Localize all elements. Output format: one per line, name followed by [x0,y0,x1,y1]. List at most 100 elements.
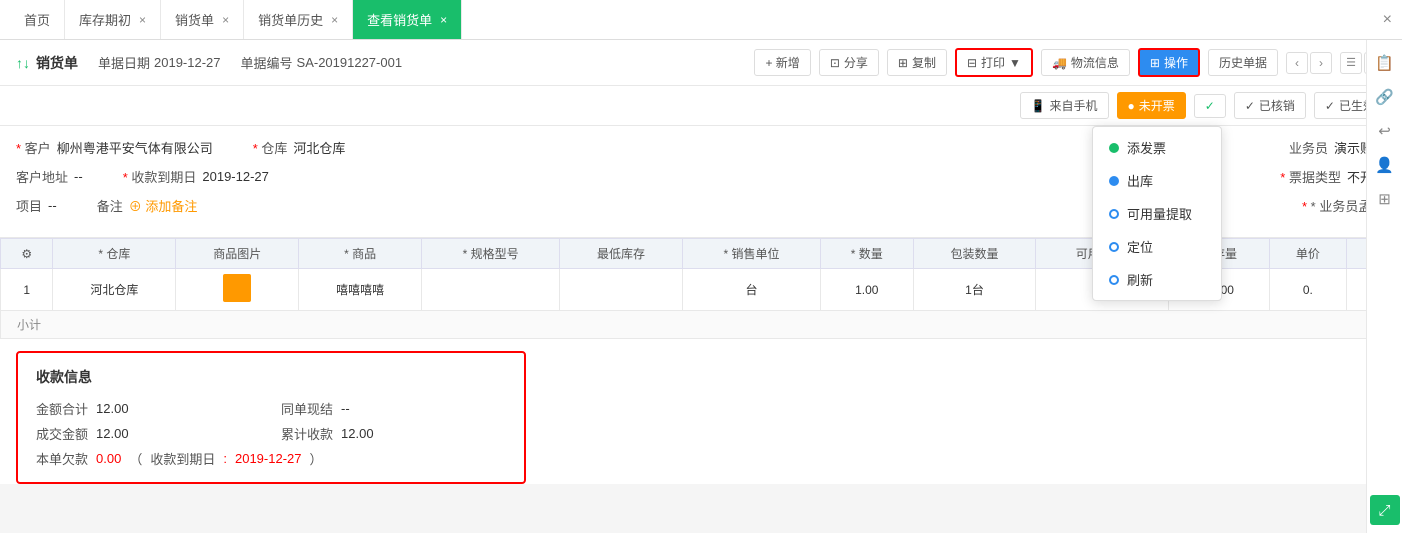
sidebar-icon-3[interactable]: ↩ [1370,116,1400,146]
cumulative-payment-value: 12.00 [341,426,374,441]
cell-min-stock [560,269,683,311]
due-date-note-end: ） [309,449,322,468]
tab-view-sales-order-close[interactable]: × [440,13,447,27]
same-order-label: 同单现结 [281,399,333,418]
project-label: 项目 [16,196,42,215]
sidebar-icon-4[interactable]: 👤 [1370,150,1400,180]
col-unit-price: 单价 [1269,239,1347,269]
customer-value: 柳州粤港平安气体有限公司 [57,138,213,157]
col-image: 商品图片 [176,239,299,269]
transaction-amount-row: 成交金额 12.00 [36,424,261,443]
outbound-label: 出库 [1127,171,1153,190]
check-button[interactable]: ✓ [1194,94,1226,118]
tab-sales-order-history-close[interactable]: × [331,13,338,27]
cell-warehouse: 河北仓库 [53,269,176,311]
current-arrears-label: 本单欠款 [36,449,88,468]
doc-number-label: 单据编号 SA-20191227-001 [241,53,403,72]
warehouse-field: 仓库 河北仓库 [253,138,346,157]
right-sidebar: 📋 🔗 ↩ 👤 ⊞ ⤢ [1366,40,1402,533]
toolbar: + 新增 ⊡ 分享 ⊞ 复制 ⊟ 打印 ▼ 🚚 物流信息 ⊞ 操作 [754,48,1386,77]
list-view-btn[interactable]: ☰ [1340,52,1362,74]
refresh-label: 刷新 [1127,270,1153,289]
due-date-value: : [223,451,227,466]
subtotal-label: 小计 [1,311,1402,339]
payment-title: 收款信息 [36,367,506,387]
tab-sales-order-history[interactable]: 销货单历史 × [244,0,353,39]
toolbar2: 📱 来自手机 ● 未开票 ✓ ✓ 已核销 ✓ 已生效 [0,86,1402,126]
outbound-dot [1109,176,1119,186]
logistics-button[interactable]: 🚚 物流信息 [1041,49,1130,76]
col-spec: * 规格型号 [422,239,560,269]
locate-label: 定位 [1127,237,1153,256]
ticket-icon: ● [1128,99,1135,113]
tab-view-sales-order-label: 查看销货单 [367,10,432,29]
amount-total-value: 12.00 [96,401,129,416]
available-qty-label: 可用量提取 [1127,204,1192,223]
staff-label: 业务员 [1289,138,1328,157]
add-invoice-item[interactable]: 添发票 [1093,131,1221,164]
nav-arrows: ‹ › [1286,52,1332,74]
current-arrears-value: 0.00 [96,451,121,466]
sidebar-expand-icon[interactable]: ⤢ [1370,495,1400,525]
col-warehouse: * 仓库 [53,239,176,269]
same-order-value: -- [341,401,350,416]
address-field: 客户地址 -- [16,167,83,186]
print-button[interactable]: ⊟ 打印 ▼ [955,48,1033,77]
next-arrow[interactable]: › [1310,52,1332,74]
customer-label: 客户 [16,138,51,157]
subtotal-row: 小计 [1,311,1402,339]
doc-date-label: 单据日期 2019-12-27 [98,53,221,72]
copy-icon: ⊞ [898,56,908,70]
available-qty-item[interactable]: 可用量提取 [1093,197,1221,230]
available-qty-dot [1109,209,1119,219]
payment-grid: 金额合计 12.00 同单现结 -- 成交金额 12.00 累计收款 12.00… [36,399,506,468]
locate-item[interactable]: 定位 [1093,230,1221,263]
tab-inventory-start[interactable]: 库存期初 × [65,0,161,39]
verified-button[interactable]: ✓ 已核销 [1234,92,1306,119]
payment-date-value: 2019-12-27 [202,169,269,184]
tab-home[interactable]: 首页 [10,0,65,39]
project-field: 项目 -- [16,196,57,215]
copy-button[interactable]: ⊞ 复制 [887,49,947,76]
tab-home-label: 首页 [24,10,50,29]
print-icon: ⊟ [967,56,977,70]
prev-arrow[interactable]: ‹ [1286,52,1308,74]
add-button[interactable]: + 新增 [754,49,810,76]
sidebar-icon-5[interactable]: ⊞ [1370,184,1400,214]
tab-inventory-start-close[interactable]: × [139,13,146,27]
sidebar-icon-1[interactable]: 📋 [1370,48,1400,78]
operations-button[interactable]: ⊞ 操作 [1138,48,1200,77]
tab-view-sales-order[interactable]: 查看销货单 × [353,0,462,39]
col-pack-qty: 包装数量 [913,239,1036,269]
payment-date-field: 收款到期日 2019-12-27 [123,167,269,186]
tab-inventory-start-label: 库存期初 [79,10,131,29]
phone-icon: 📱 [1031,99,1046,113]
operations-icon: ⊞ [1150,56,1160,70]
amount-total-label: 金额合计 [36,399,88,418]
history-button[interactable]: 历史单据 [1208,49,1278,76]
tab-sales-order-history-label: 销货单历史 [258,10,323,29]
from-phone-button[interactable]: 📱 来自手机 [1020,92,1109,119]
add-invoice-label: 添发票 [1127,138,1166,157]
print-dropdown-icon: ▼ [1009,56,1021,70]
payment-box: 收款信息 金额合计 12.00 同单现结 -- 成交金额 12.00 累计收款 … [16,351,526,484]
note-add-btn[interactable]: ⊕ 添加备注 [129,196,198,215]
gear-icon[interactable]: ⚙ [21,247,32,261]
warehouse-value: 河北仓库 [293,138,345,157]
outbound-item[interactable]: 出库 [1093,164,1221,197]
ticket-type-label: 票据类型 [1280,167,1341,186]
window-close-icon[interactable]: × [1383,11,1392,29]
tab-sales-order-close[interactable]: × [222,13,229,27]
refresh-item[interactable]: 刷新 [1093,263,1221,296]
transaction-amount-value: 12.00 [96,426,129,441]
add-invoice-dot [1109,143,1119,153]
not-open-button[interactable]: ● 未开票 [1117,92,1186,119]
share-button[interactable]: ⊡ 分享 [819,49,879,76]
sidebar-icon-2[interactable]: 🔗 [1370,82,1400,112]
operations-dropdown: 添发票 出库 可用量提取 定位 刷新 [1092,126,1222,301]
address-value: -- [74,169,83,184]
amount-total-row: 金额合计 12.00 [36,399,261,418]
tab-sales-order[interactable]: 销货单 × [161,0,244,39]
tab-bar: 首页 库存期初 × 销货单 × 销货单历史 × 查看销货单 × × [0,0,1402,40]
cumulative-payment-row: 累计收款 12.00 [281,424,506,443]
